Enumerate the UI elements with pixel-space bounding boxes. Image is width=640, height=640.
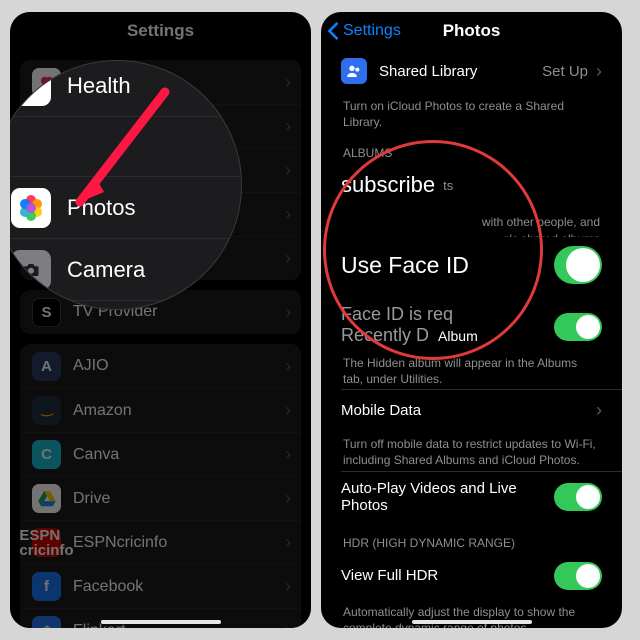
row-subtext: Turn off mobile data to restrict updates… [321, 430, 622, 470]
facebook-icon: f [32, 572, 61, 601]
row-label: Use Face ID [341, 252, 554, 279]
nav-title: Settings [127, 21, 194, 41]
chevron-right-icon: › [285, 248, 291, 269]
settings-group-apps: A AJIO › Amazon › C Canva › Drive › ESPNcricin… [20, 344, 301, 628]
toggle-autoplay[interactable] [554, 483, 602, 511]
chevron-right-icon: › [285, 576, 291, 597]
row-view-hdr[interactable]: View Full HDR [321, 554, 622, 598]
overlay-text: Face ID is req [341, 304, 453, 325]
overlay-text: subscribe [341, 172, 435, 198]
row-drive[interactable]: Drive › [20, 476, 301, 520]
row-subtext: The Hidden album will appear in the Albu… [321, 349, 622, 389]
overlay-tail: ts [443, 178, 453, 193]
row-canva[interactable]: C Canva › [20, 432, 301, 476]
chevron-right-icon: › [285, 160, 291, 181]
chevron-right-icon: › [285, 356, 291, 377]
row-blank[interactable]: › [20, 104, 301, 148]
row-label: Canva [73, 446, 119, 464]
overlay-faceid-sub: Face ID is req Recently D Album [321, 300, 622, 350]
row-label: TV Provider [73, 303, 157, 321]
camera-icon [32, 200, 61, 229]
row-health[interactable]: Health › [20, 60, 301, 104]
row-use-faceid[interactable]: Use Face ID [321, 237, 622, 293]
toggle-use-faceid[interactable] [554, 246, 602, 284]
row-amazon[interactable]: Amazon › [20, 388, 301, 432]
chevron-right-icon: › [285, 400, 291, 421]
canva-icon: C [32, 440, 61, 469]
row-subtext: Turn on iCloud Photos to create a Shared… [321, 92, 622, 132]
row-value: Set Up [542, 63, 588, 80]
health-icon [32, 68, 61, 97]
row-label: Mobile Data [341, 402, 594, 419]
blank-icon [32, 112, 61, 141]
nav-title: Photos [443, 21, 501, 41]
chevron-right-icon: › [596, 400, 602, 421]
row-label: AJIO [73, 357, 109, 375]
row-camera[interactable]: Camera › [20, 192, 301, 236]
row-gamecenter[interactable]: Game Center › [20, 236, 301, 280]
back-button[interactable]: Settings [327, 12, 401, 50]
back-label: Settings [343, 22, 401, 40]
row-label: Facebook [73, 578, 143, 596]
tvprovider-icon: S [32, 298, 61, 327]
photos-icon [32, 156, 61, 185]
overlay-text: Recently D [341, 325, 429, 345]
row-label: ESPNcricinfo [73, 534, 167, 552]
row-espn[interactable]: ESPNcricinfo ESPNcricinfo › [20, 520, 301, 564]
row-label: Drive [73, 490, 110, 508]
shared-library-icon [341, 58, 367, 84]
row-label: Amazon [73, 402, 132, 420]
row-mobile-data[interactable]: Mobile Data › [321, 390, 622, 430]
row-photos[interactable]: Photos › [20, 148, 301, 192]
chevron-right-icon: › [596, 61, 602, 82]
row-label: Photos [73, 162, 123, 180]
settings-screen: Settings Health › › Photos › Camera › Ga… [10, 12, 311, 628]
chevron-right-icon: › [285, 204, 291, 225]
gamecenter-icon [32, 244, 61, 273]
chevron-right-icon: › [285, 488, 291, 509]
overlay-tail: Album [438, 328, 478, 344]
row-label: Shared Library [379, 63, 542, 80]
settings-group-system: Health › › Photos › Camera › Game Center… [20, 60, 301, 280]
row-label: Game Center [73, 250, 169, 268]
row-autoplay[interactable]: Auto-Play Videos and Live Photos [321, 472, 622, 522]
drive-icon [32, 484, 61, 513]
row-label: Auto-Play Videos and Live Photos [341, 480, 554, 514]
row-flipkart[interactable]: Flipkart› [20, 608, 301, 628]
chevron-right-icon: › [285, 532, 291, 553]
ajio-icon: A [32, 352, 61, 381]
row-tvprovider[interactable]: S TV Provider › [20, 290, 301, 334]
row-shared-library[interactable]: Shared Library Set Up › [321, 50, 622, 92]
settings-group-tv: S TV Provider › [20, 290, 301, 334]
chevron-right-icon: › [285, 620, 291, 628]
chevron-right-icon: › [285, 302, 291, 323]
photos-settings-screen: Settings Photos Shared Library Set Up › … [321, 12, 622, 628]
row-label: Camera [73, 206, 130, 224]
home-indicator[interactable] [412, 620, 532, 624]
row-facebook[interactable]: f Facebook › [20, 564, 301, 608]
chevron-right-icon: › [285, 72, 291, 93]
nav-bar: Settings [10, 12, 311, 50]
overlay-subscribe: subscribe ts [321, 160, 622, 210]
section-header-hdr: HDR (HIGH DYNAMIC RANGE) [321, 522, 622, 554]
flipkart-icon [32, 616, 61, 628]
nav-bar: Settings Photos [321, 12, 622, 50]
row-ajio[interactable]: A AJIO › [20, 344, 301, 388]
home-indicator[interactable] [101, 620, 221, 624]
espn-icon: ESPNcricinfo [32, 528, 61, 557]
row-label: Health [73, 73, 119, 91]
row-label: View Full HDR [341, 567, 554, 584]
chevron-right-icon: › [285, 444, 291, 465]
toggle-view-hdr[interactable] [554, 562, 602, 590]
chevron-right-icon: › [285, 116, 291, 137]
amazon-icon [32, 396, 61, 425]
